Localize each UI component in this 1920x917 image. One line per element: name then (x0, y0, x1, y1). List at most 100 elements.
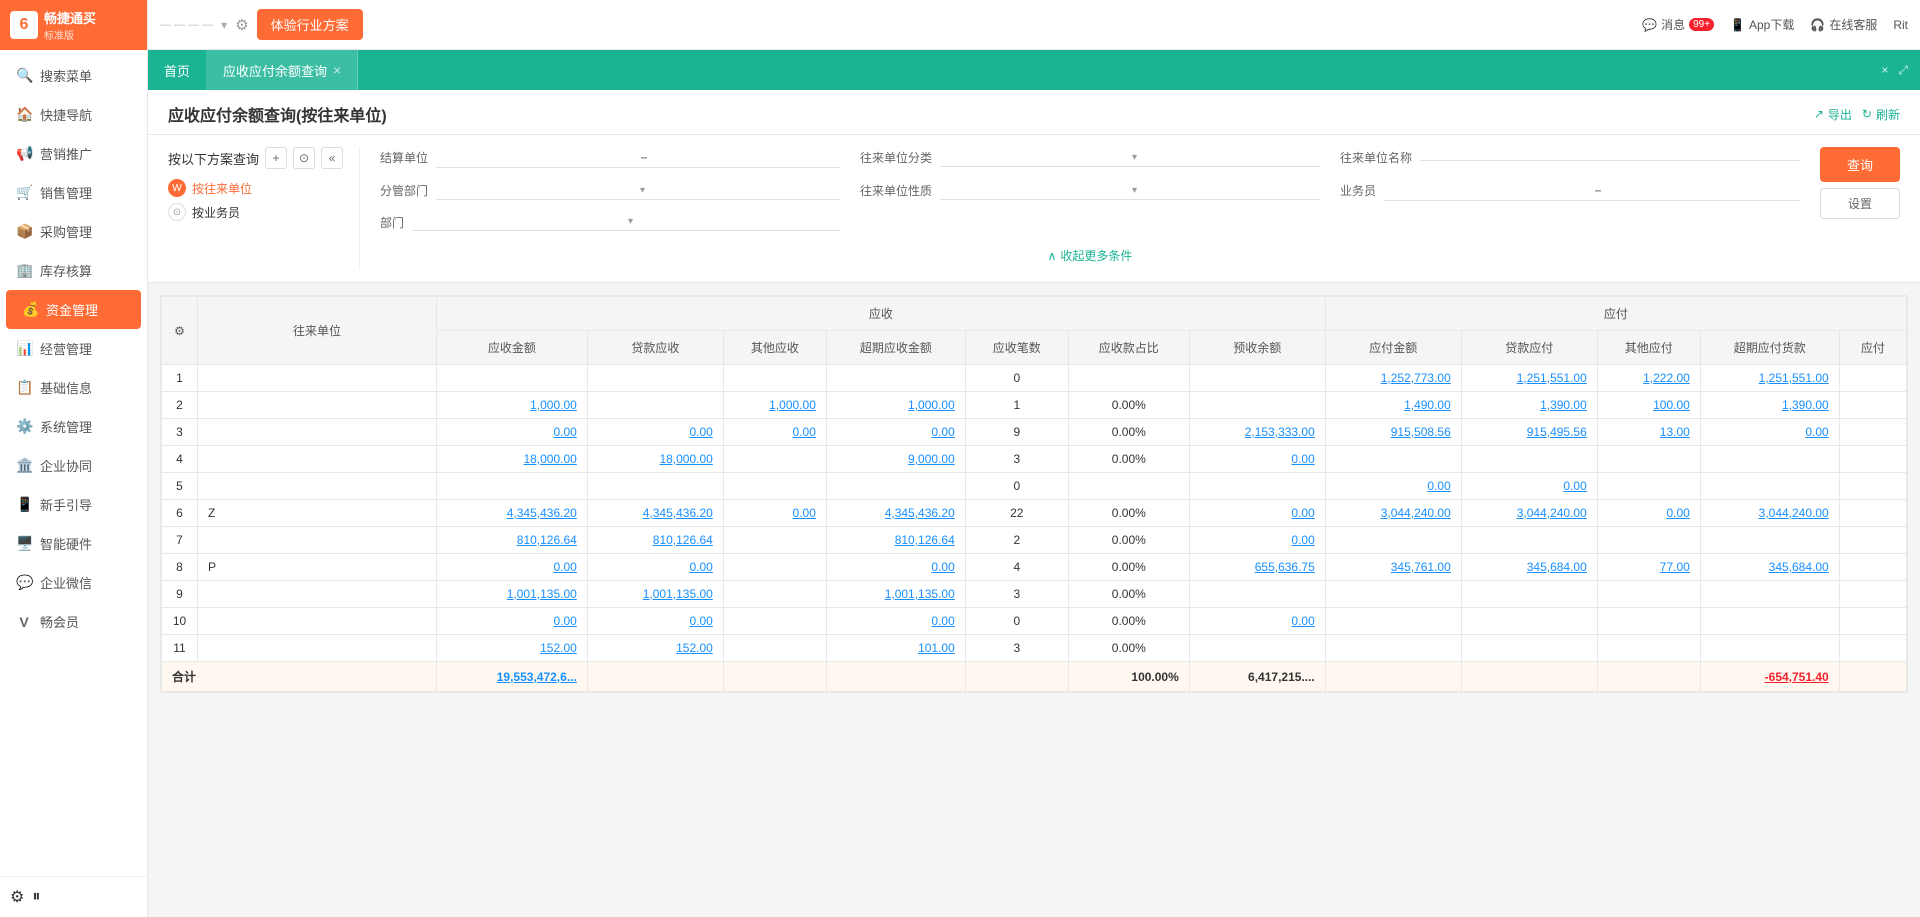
guide-icon: 📱 (16, 496, 32, 513)
breadcrumb-nav: — — — — ▾ (160, 18, 227, 32)
topbar: — — — — ▾ ⚙ 体验行业方案 💬 消息 99+ 📱 App下载 🎧 在线… (148, 0, 1920, 50)
tab-bar: 首页 应收应付余额查询 × × ⤢ (148, 50, 1920, 90)
branch-dept-select[interactable]: ▾ (436, 182, 840, 200)
total-advance: 6,417,215.... (1189, 662, 1325, 692)
window-controls: × ⤢ (1869, 50, 1920, 90)
query-button[interactable]: 查询 (1820, 147, 1900, 182)
total-label: 合计 (162, 662, 437, 692)
sidebar-item-label: 新手引导 (40, 495, 92, 514)
sidebar-item-corp[interactable]: 🏛️ 企业协同 (0, 446, 147, 485)
unit-name-input[interactable] (1420, 154, 1800, 161)
dots-icon2: ··· (1594, 183, 1796, 197)
tab-receivable-query[interactable]: 应收应付余额查询 × (207, 50, 358, 90)
online-service-button[interactable]: 🎧 在线客服 (1810, 16, 1877, 33)
sidebar-item-label: 资金管理 (46, 300, 98, 319)
table-row: 7810,126.64810,126.64810,126.6420.00%0.0… (162, 527, 1907, 554)
th-receivable-group: 应收 (436, 297, 1325, 331)
chevron-down-icon2: ▾ (640, 185, 836, 196)
th-ap-amount: 应付金额 (1325, 331, 1461, 365)
online-service-label: 在线客服 (1829, 16, 1877, 33)
chevron-down-icon[interactable]: ▾ (221, 18, 227, 32)
refresh-button[interactable]: ↻ 刷新 (1862, 106, 1900, 123)
export-button[interactable]: ↗ 导出 (1814, 106, 1852, 123)
sidebar-item-guide[interactable]: 📱 新手引导 (0, 485, 147, 524)
th-payable-group: 应付 (1325, 297, 1906, 331)
tab-home-label: 首页 (164, 61, 190, 80)
unit-category-select[interactable]: ▾ (940, 149, 1320, 167)
filter-option-by-staff[interactable]: ⊙ 按业务员 (168, 203, 343, 221)
table-row: 11152.00152.00101.0030.00% (162, 635, 1907, 662)
tab-home[interactable]: 首页 (148, 50, 207, 90)
total-ar-other (723, 662, 826, 692)
page-content: 应收应付余额查询(按往来单位) ↗ 导出 ↻ 刷新 按以下方案查询 (148, 90, 1920, 917)
field-salesperson: 业务员 ··· (1340, 180, 1800, 201)
topbar-left: — — — — ▾ ⚙ 体验行业方案 (160, 9, 1632, 40)
tabs-spacer (358, 50, 1869, 90)
wechat-icon: 💬 (16, 574, 32, 591)
sidebar-item-search[interactable]: 🔍 搜索菜单 (0, 56, 147, 95)
home-icon: 🏠 (16, 106, 32, 123)
add-filter-button[interactable]: + (265, 147, 287, 169)
user-avatar[interactable]: Rit (1893, 18, 1908, 32)
collapse-filter-button[interactable]: « (321, 147, 343, 169)
unit-nature-select[interactable]: ▾ (940, 182, 1320, 200)
total-ar-ratio: 100.00% (1068, 662, 1189, 692)
tab-close-icon[interactable]: × (333, 62, 341, 78)
sidebar-item-inventory[interactable]: 🏢 库存核算 (0, 251, 147, 290)
message-icon: 💬 (1642, 18, 1657, 32)
settlement-unit-input[interactable]: ··· (436, 147, 840, 168)
sidebar-item-finance[interactable]: 💰 资金管理 (6, 290, 141, 329)
sidebar-item-wechat[interactable]: 💬 企业微信 (0, 563, 147, 602)
unit-category-label: 往来单位分类 (860, 149, 932, 166)
staff-option-icon: ⊙ (168, 203, 186, 221)
edit-filter-button[interactable]: ⊙ (293, 147, 315, 169)
th-ar-other: 其他应收 (723, 331, 826, 365)
filter-option-by-unit[interactable]: W 按往来单位 (168, 179, 343, 197)
total-ar-amount[interactable]: 19,553,472,6... (436, 662, 587, 692)
user-name: Rit (1893, 18, 1908, 32)
branch-dept-label: 分管部门 (380, 182, 428, 199)
filter-option-by-staff-label: 按业务员 (192, 204, 240, 221)
sidebar-item-marketing[interactable]: 📢 营销推广 (0, 134, 147, 173)
chevron-down-icon4: ▾ (628, 216, 836, 227)
sidebar-item-purchase[interactable]: 📦 采购管理 (0, 212, 147, 251)
chevron-down-icon3: ▾ (1132, 185, 1316, 196)
total-ar-count (965, 662, 1068, 692)
solution-button[interactable]: 体验行业方案 (257, 9, 363, 40)
sidebar-item-business[interactable]: 📊 经营管理 (0, 329, 147, 368)
sidebar-item-sales[interactable]: 🛒 销售管理 (0, 173, 147, 212)
window-close-icon[interactable]: × (1881, 63, 1888, 77)
th-ap-extra: 应付 (1839, 331, 1906, 365)
data-table-container: ⚙ 往来单位 应收 应付 应收金额 贷款应收 其他应收 超期应收金额 应收笔数 … (160, 295, 1908, 693)
collapse-icon[interactable]: ⏸ (32, 888, 40, 906)
chevron-down-icon: ▾ (1132, 152, 1316, 163)
nav-path: — — — — (160, 19, 213, 31)
sidebar-item-label: 库存核算 (40, 261, 92, 280)
sidebar-item-system[interactable]: ⚙️ 系统管理 (0, 407, 147, 446)
total-ap-overdue[interactable]: -654,751.40 (1700, 662, 1839, 692)
sidebar-item-quicknav[interactable]: 🏠 快捷导航 (0, 95, 147, 134)
th-ar-ratio: 应收款占比 (1068, 331, 1189, 365)
dots-icon: ··· (640, 150, 836, 164)
settings-gear-icon[interactable]: ⚙ (10, 887, 24, 907)
settings-button[interactable]: 设置 (1820, 188, 1900, 219)
th-settings[interactable]: ⚙ (162, 297, 198, 365)
salesperson-input[interactable]: ··· (1384, 180, 1800, 201)
messages-button[interactable]: 💬 消息 99+ (1642, 16, 1714, 33)
table-row: 8P0.000.000.0040.00%655,636.75345,761.00… (162, 554, 1907, 581)
sidebar-item-basic[interactable]: 📋 基础信息 (0, 368, 147, 407)
logo-area: 6 畅捷通买 标准版 (0, 0, 147, 50)
sidebar-item-hardware[interactable]: 🖥️ 智能硬件 (0, 524, 147, 563)
data-table: ⚙ 往来单位 应收 应付 应收金额 贷款应收 其他应收 超期应收金额 应收笔数 … (161, 296, 1907, 692)
field-unit-name: 往来单位名称 (1340, 149, 1800, 166)
collapse-button[interactable]: ∧ 收起更多条件 (1048, 247, 1133, 264)
sidebar-item-member[interactable]: V 畅会员 (0, 602, 147, 641)
page-actions: ↗ 导出 ↻ 刷新 (1814, 106, 1900, 123)
department-select[interactable]: ▾ (412, 213, 840, 231)
th-unit: 往来单位 (198, 297, 437, 365)
window-expand-icon[interactable]: ⤢ (1898, 63, 1908, 78)
sidebar-item-label: 基础信息 (40, 378, 92, 397)
gear-btn[interactable]: ⚙ (235, 16, 248, 34)
sidebar-item-label: 系统管理 (40, 417, 92, 436)
app-download-button[interactable]: 📱 App下载 (1730, 16, 1794, 33)
